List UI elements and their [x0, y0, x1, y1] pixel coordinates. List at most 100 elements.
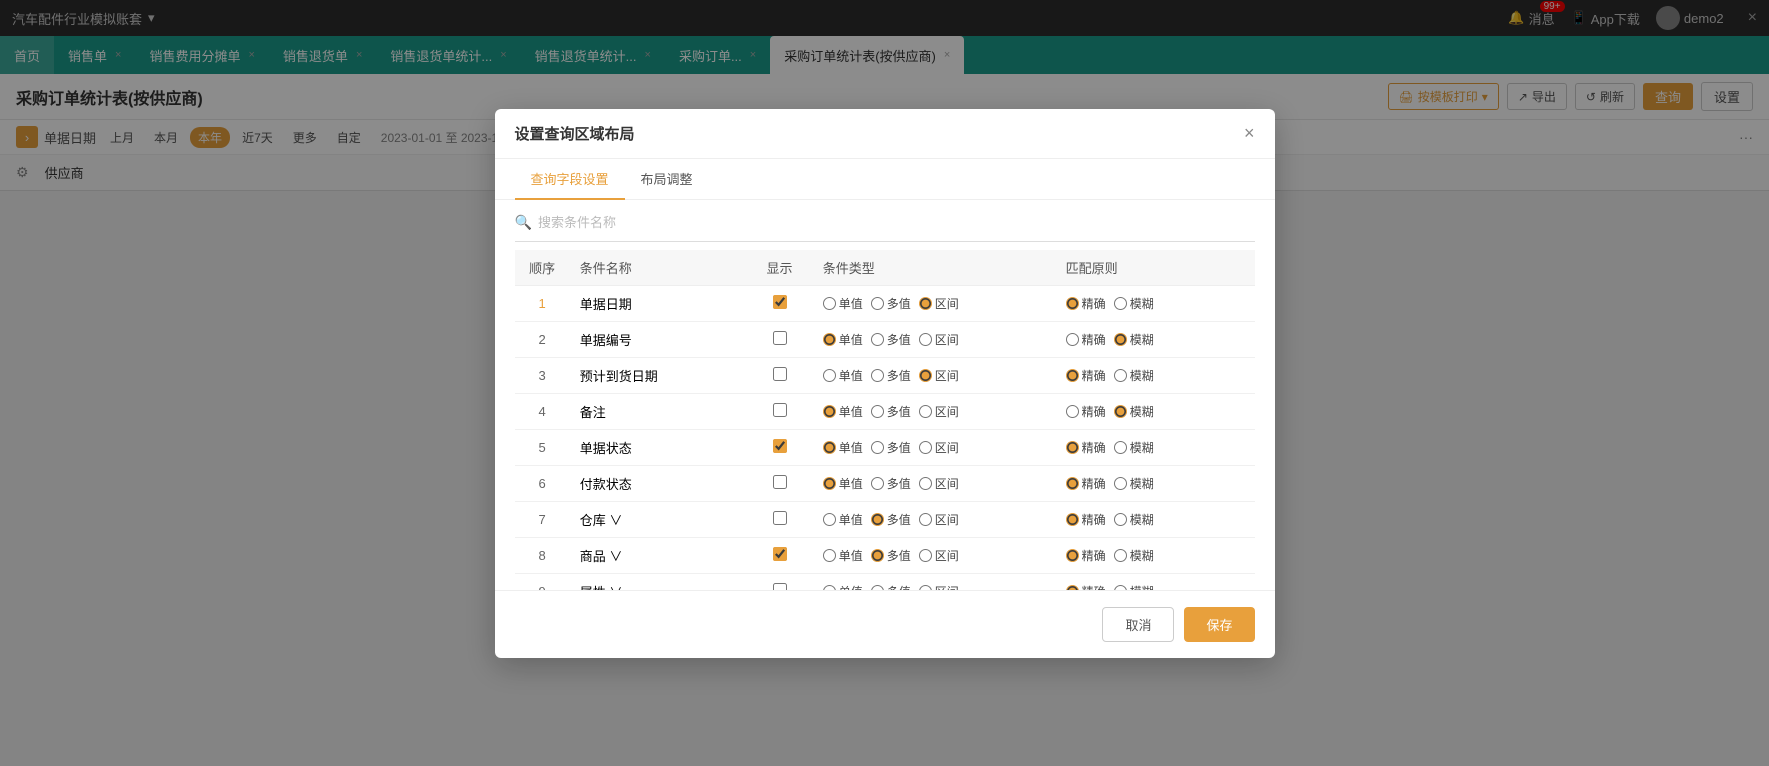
radio-match-exact[interactable] — [1066, 405, 1079, 418]
type-radio-multi[interactable]: 多值 — [871, 511, 911, 528]
radio-match-fuzzy[interactable] — [1114, 333, 1127, 346]
match-radio-exact[interactable]: 精确 — [1066, 475, 1106, 492]
radio-range[interactable] — [919, 369, 932, 382]
radio-single[interactable] — [823, 441, 836, 454]
type-radio-multi[interactable]: 多值 — [871, 583, 911, 590]
radio-match-fuzzy[interactable] — [1114, 477, 1127, 490]
radio-match-fuzzy[interactable] — [1114, 405, 1127, 418]
cell-show[interactable] — [746, 357, 812, 393]
type-radio-single[interactable]: 单值 — [823, 439, 863, 456]
modal-close-button[interactable]: × — [1244, 124, 1255, 142]
type-radio-multi[interactable]: 多值 — [871, 367, 911, 384]
radio-range[interactable] — [919, 441, 932, 454]
radio-match-fuzzy[interactable] — [1114, 297, 1127, 310]
match-radio-exact[interactable]: 精确 — [1066, 583, 1106, 590]
match-radio-fuzzy[interactable]: 模糊 — [1114, 331, 1154, 348]
show-checkbox[interactable] — [773, 295, 787, 309]
radio-match-exact[interactable] — [1066, 333, 1079, 346]
type-radio-range[interactable]: 区间 — [919, 403, 959, 420]
match-radio-fuzzy[interactable]: 模糊 — [1114, 403, 1154, 420]
cell-show[interactable] — [746, 537, 812, 573]
radio-multi[interactable] — [871, 549, 884, 562]
search-input[interactable] — [538, 215, 1255, 230]
type-radio-multi[interactable]: 多值 — [871, 331, 911, 348]
show-checkbox[interactable] — [773, 403, 787, 417]
type-radio-multi[interactable]: 多值 — [871, 295, 911, 312]
type-radio-range[interactable]: 区间 — [919, 547, 959, 564]
match-radio-fuzzy[interactable]: 模糊 — [1114, 295, 1154, 312]
type-radio-multi[interactable]: 多值 — [871, 547, 911, 564]
cell-show[interactable] — [746, 573, 812, 590]
match-radio-fuzzy[interactable]: 模糊 — [1114, 475, 1154, 492]
radio-multi[interactable] — [871, 513, 884, 526]
cell-show[interactable] — [746, 429, 812, 465]
radio-match-fuzzy[interactable] — [1114, 513, 1127, 526]
radio-range[interactable] — [919, 297, 932, 310]
type-radio-single[interactable]: 单值 — [823, 547, 863, 564]
type-radio-single[interactable]: 单值 — [823, 511, 863, 528]
match-radio-exact[interactable]: 精确 — [1066, 547, 1106, 564]
radio-multi[interactable] — [871, 477, 884, 490]
type-radio-multi[interactable]: 多值 — [871, 439, 911, 456]
cell-show[interactable] — [746, 465, 812, 501]
cell-show[interactable] — [746, 285, 812, 321]
radio-single[interactable] — [823, 477, 836, 490]
radio-range[interactable] — [919, 549, 932, 562]
match-radio-fuzzy[interactable]: 模糊 — [1114, 583, 1154, 590]
match-radio-exact[interactable]: 精确 — [1066, 295, 1106, 312]
radio-match-exact[interactable] — [1066, 297, 1079, 310]
radio-range[interactable] — [919, 477, 932, 490]
type-radio-single[interactable]: 单值 — [823, 367, 863, 384]
match-radio-exact[interactable]: 精确 — [1066, 331, 1106, 348]
show-checkbox[interactable] — [773, 475, 787, 489]
radio-single[interactable] — [823, 369, 836, 382]
cancel-button[interactable]: 取消 — [1102, 607, 1174, 642]
radio-match-fuzzy[interactable] — [1114, 369, 1127, 382]
type-radio-range[interactable]: 区间 — [919, 367, 959, 384]
radio-multi[interactable] — [871, 333, 884, 346]
type-radio-single[interactable]: 单值 — [823, 331, 863, 348]
cell-show[interactable] — [746, 501, 812, 537]
radio-match-exact[interactable] — [1066, 441, 1079, 454]
show-checkbox[interactable] — [773, 439, 787, 453]
radio-single[interactable] — [823, 513, 836, 526]
radio-single[interactable] — [823, 405, 836, 418]
show-checkbox[interactable] — [773, 547, 787, 561]
type-radio-range[interactable]: 区间 — [919, 511, 959, 528]
modal-tab-query-fields[interactable]: 查询字段设置 — [515, 159, 625, 200]
type-radio-single[interactable]: 单值 — [823, 475, 863, 492]
match-radio-fuzzy[interactable]: 模糊 — [1114, 439, 1154, 456]
radio-match-fuzzy[interactable] — [1114, 549, 1127, 562]
match-radio-exact[interactable]: 精确 — [1066, 439, 1106, 456]
radio-match-fuzzy[interactable] — [1114, 441, 1127, 454]
match-radio-fuzzy[interactable]: 模糊 — [1114, 547, 1154, 564]
show-checkbox[interactable] — [773, 511, 787, 525]
table-scroll-body[interactable]: 顺序 条件名称 显示 条件类型 匹配原则 1单据日期单值多值区间精确模糊2单据编… — [515, 250, 1255, 590]
save-button[interactable]: 保存 — [1184, 607, 1254, 642]
show-checkbox[interactable] — [773, 367, 787, 381]
radio-multi[interactable] — [871, 441, 884, 454]
modal-tab-layout[interactable]: 布局调整 — [625, 159, 709, 200]
radio-range[interactable] — [919, 405, 932, 418]
radio-match-exact[interactable] — [1066, 369, 1079, 382]
radio-multi[interactable] — [871, 405, 884, 418]
type-radio-single[interactable]: 单值 — [823, 403, 863, 420]
type-radio-multi[interactable]: 多值 — [871, 475, 911, 492]
type-radio-range[interactable]: 区间 — [919, 439, 959, 456]
type-radio-multi[interactable]: 多值 — [871, 403, 911, 420]
type-radio-single[interactable]: 单值 — [823, 583, 863, 590]
cell-show[interactable] — [746, 321, 812, 357]
match-radio-fuzzy[interactable]: 模糊 — [1114, 511, 1154, 528]
radio-multi[interactable] — [871, 297, 884, 310]
radio-match-exact[interactable] — [1066, 549, 1079, 562]
type-radio-range[interactable]: 区间 — [919, 331, 959, 348]
match-radio-exact[interactable]: 精确 — [1066, 511, 1106, 528]
radio-match-exact[interactable] — [1066, 513, 1079, 526]
type-radio-range[interactable]: 区间 — [919, 475, 959, 492]
show-checkbox[interactable] — [773, 331, 787, 345]
match-radio-fuzzy[interactable]: 模糊 — [1114, 367, 1154, 384]
match-radio-exact[interactable]: 精确 — [1066, 403, 1106, 420]
type-radio-range[interactable]: 区间 — [919, 295, 959, 312]
radio-range[interactable] — [919, 333, 932, 346]
radio-multi[interactable] — [871, 369, 884, 382]
